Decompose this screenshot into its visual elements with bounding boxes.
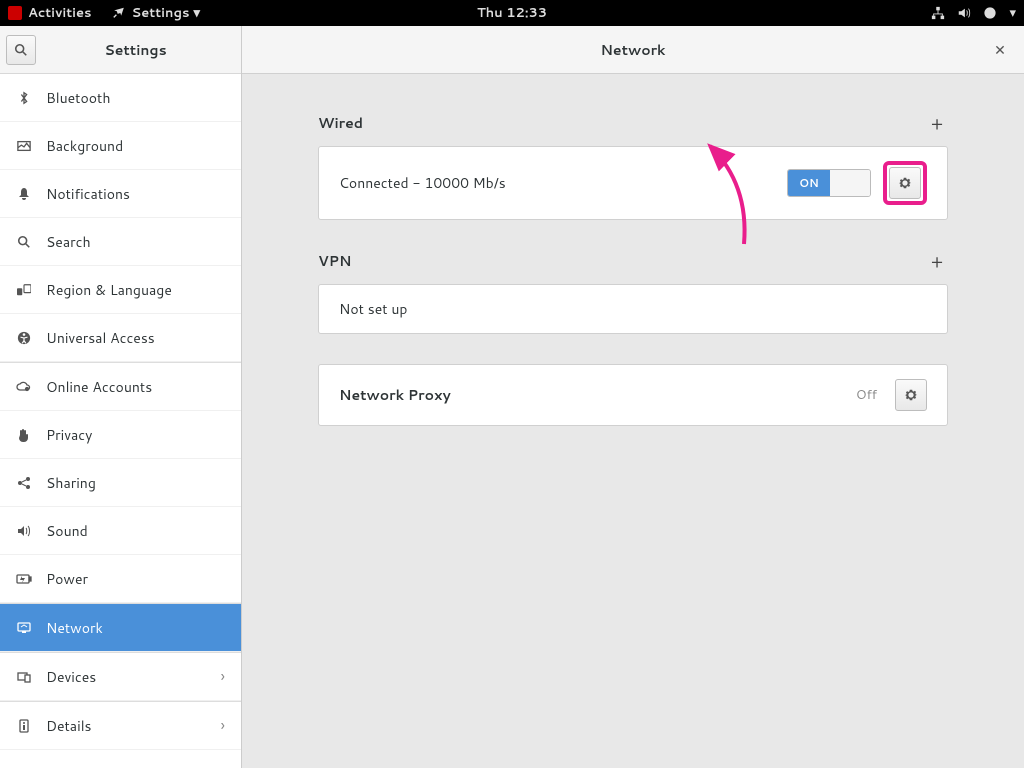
vpn-card: Not set up — [318, 284, 948, 334]
sidebar-item-notifications[interactable]: Notifications — [0, 170, 241, 218]
system-menu-dropdown-icon[interactable]: ▾ — [1009, 4, 1016, 22]
plus-icon: + — [931, 110, 943, 136]
vpn-status: Not set up — [339, 299, 927, 319]
share-icon — [16, 475, 32, 491]
sidebar-item-label: Search — [46, 232, 91, 252]
vpn-title: VPN — [318, 251, 351, 271]
window-close-button[interactable]: ✕ — [988, 38, 1012, 62]
wired-settings-button[interactable] — [889, 167, 921, 199]
bell-icon — [16, 186, 32, 202]
chevron-right-icon: › — [221, 665, 225, 688]
toggle-off-side — [830, 170, 870, 196]
chevron-right-icon: › — [221, 714, 225, 737]
wired-section-header: Wired + — [318, 112, 948, 134]
cloud-key-icon — [16, 379, 32, 395]
details-icon — [16, 718, 32, 734]
clock[interactable]: Thu 12:33 — [477, 4, 547, 22]
sidebar-header: Settings — [0, 26, 241, 74]
content-body: Wired + Connected - 10000 Mb/s ON — [242, 74, 1024, 456]
sidebar-item-privacy[interactable]: Privacy — [0, 411, 241, 459]
sidebar-title: Settings — [36, 40, 235, 60]
content-title: Network — [600, 40, 665, 60]
gnome-top-bar: Activities Settings ▾ Thu 12:33 ▾ — [0, 0, 1024, 26]
app-menu-button[interactable]: Settings ▾ — [132, 4, 200, 22]
sidebar-item-label: Universal Access — [46, 328, 155, 348]
sidebar-item-search[interactable]: Search — [0, 218, 241, 266]
battery-icon — [16, 571, 32, 587]
sidebar-item-details[interactable]: Details › — [0, 702, 241, 750]
sidebar-item-label: Region & Language — [46, 280, 172, 300]
highlight-annotation — [883, 161, 927, 205]
app-indicator-icon — [8, 6, 22, 20]
settings-window: Settings Bluetooth Background Notificati… — [0, 26, 1024, 768]
toggle-on-label: ON — [788, 170, 830, 196]
dropdown-icon: ▾ — [193, 4, 200, 22]
proxy-status: Off — [856, 386, 877, 404]
sidebar-item-online-accounts[interactable]: Online Accounts — [0, 363, 241, 411]
sidebar-item-label: Background — [46, 136, 123, 156]
sidebar-item-label: Power — [46, 569, 88, 589]
wired-card: Connected - 10000 Mb/s ON — [318, 146, 948, 220]
accessibility-icon — [16, 330, 32, 346]
sidebar-list: Bluetooth Background Notifications Searc… — [0, 74, 241, 768]
activities-button[interactable]: Activities — [28, 4, 92, 22]
bluetooth-icon — [16, 90, 32, 106]
sidebar-item-label: Notifications — [46, 184, 130, 204]
proxy-card[interactable]: Network Proxy Off — [318, 364, 948, 426]
power-icon[interactable] — [983, 6, 997, 20]
vpn-add-button[interactable]: + — [926, 250, 948, 272]
vpn-section-header: VPN + — [318, 250, 948, 272]
sidebar-item-network[interactable]: Network — [0, 604, 241, 652]
network-icon — [16, 620, 32, 636]
wired-status: Connected - 10000 Mb/s — [339, 173, 775, 193]
devices-icon — [16, 669, 32, 685]
gear-icon — [898, 176, 912, 190]
sidebar-item-label: Details — [46, 716, 92, 736]
wired-add-button[interactable]: + — [926, 112, 948, 134]
sidebar-search-button[interactable] — [6, 35, 36, 65]
settings-app-icon — [112, 6, 126, 20]
sidebar-item-power[interactable]: Power — [0, 555, 241, 603]
sidebar-item-label: Devices — [46, 667, 96, 687]
sidebar-item-label: Sharing — [46, 473, 96, 493]
content-header: Network ✕ — [242, 26, 1024, 74]
sidebar-item-label: Online Accounts — [46, 377, 152, 397]
gear-icon — [904, 388, 918, 402]
network-status-icon[interactable] — [931, 6, 945, 20]
close-icon: ✕ — [994, 40, 1006, 60]
region-icon — [16, 282, 32, 298]
sidebar-item-label: Bluetooth — [46, 88, 110, 108]
wired-toggle[interactable]: ON — [787, 169, 871, 197]
sidebar-item-background[interactable]: Background — [0, 122, 241, 170]
sidebar: Settings Bluetooth Background Notificati… — [0, 26, 242, 768]
sidebar-item-devices[interactable]: Devices › — [0, 653, 241, 701]
sidebar-item-label: Privacy — [46, 425, 92, 445]
sidebar-item-label: Network — [46, 618, 103, 638]
search-icon — [16, 234, 32, 250]
proxy-settings-button[interactable] — [895, 379, 927, 411]
sidebar-item-bluetooth[interactable]: Bluetooth — [0, 74, 241, 122]
sidebar-item-sound[interactable]: Sound — [0, 507, 241, 555]
background-icon — [16, 138, 32, 154]
sound-icon — [16, 523, 32, 539]
sidebar-item-label: Sound — [46, 521, 88, 541]
wired-title: Wired — [318, 113, 363, 133]
hand-icon — [16, 427, 32, 443]
volume-icon[interactable] — [957, 6, 971, 20]
sidebar-item-universal-access[interactable]: Universal Access — [0, 314, 241, 362]
search-icon — [14, 43, 28, 57]
proxy-label: Network Proxy — [339, 385, 844, 405]
sidebar-item-region-language[interactable]: Region & Language — [0, 266, 241, 314]
sidebar-item-sharing[interactable]: Sharing — [0, 459, 241, 507]
plus-icon: + — [931, 248, 943, 274]
content-area: Network ✕ Wired + Connected - 10000 Mb/s… — [242, 26, 1024, 768]
